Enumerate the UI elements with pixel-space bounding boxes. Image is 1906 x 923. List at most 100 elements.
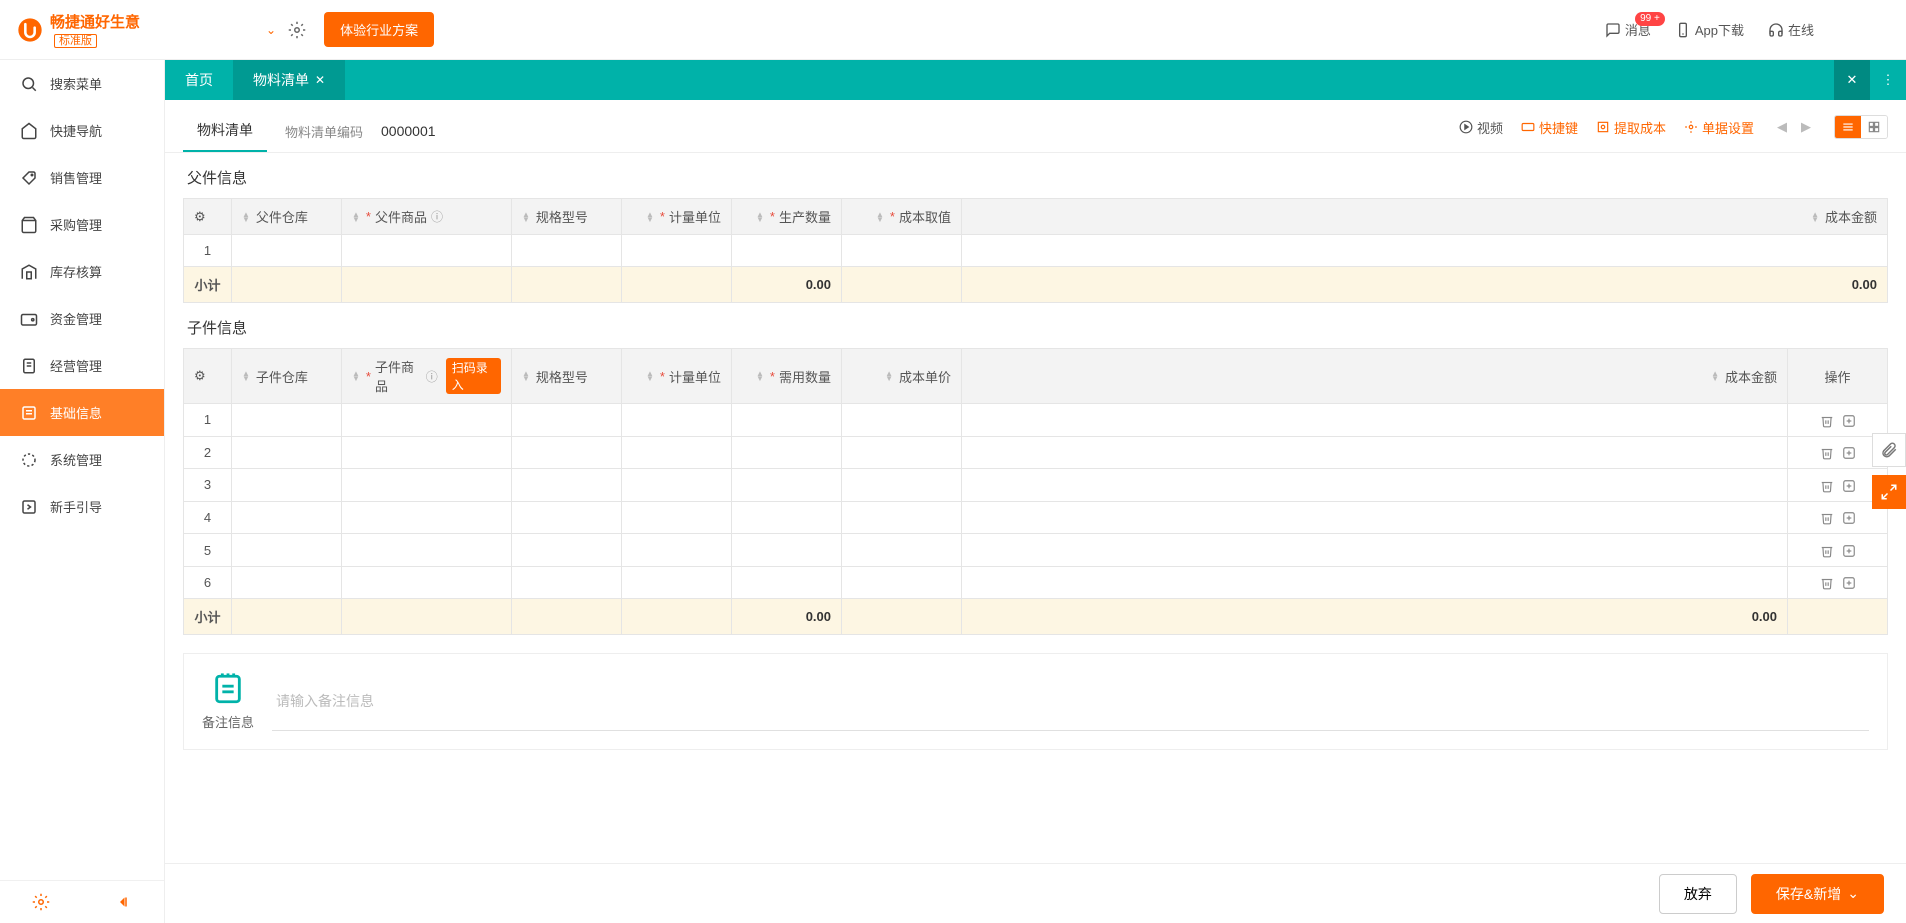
company-selector[interactable]: ⌄	[206, 20, 276, 39]
sidebar-item-label: 资金管理	[50, 309, 102, 328]
add-row-icon[interactable]	[1842, 510, 1856, 525]
fullscreen-button[interactable]	[1872, 475, 1906, 509]
table-row[interactable]: 1	[184, 404, 1888, 437]
col-child-unitcost[interactable]: ▲▼成本单价	[842, 349, 962, 404]
chevron-down-icon: ⌄	[266, 23, 276, 37]
table-row[interactable]: 2	[184, 436, 1888, 469]
sidebar-item-guide[interactable]: 新手引导	[0, 483, 164, 530]
table-row[interactable]: 4	[184, 501, 1888, 534]
delete-row-icon[interactable]	[1820, 412, 1834, 427]
delete-row-icon[interactable]	[1820, 542, 1834, 557]
footer-bar: 放弃 保存&新增⌄	[165, 863, 1906, 923]
view-grid-button[interactable]	[1861, 116, 1887, 138]
video-link[interactable]: 视频	[1459, 118, 1503, 137]
col-child-warehouse[interactable]: ▲▼子件仓库	[232, 349, 342, 404]
settings-bottom-icon[interactable]	[32, 893, 50, 911]
notes-icon	[211, 672, 245, 706]
logo: 畅捷通好生意 标准版	[16, 11, 166, 48]
bag-icon	[20, 216, 38, 234]
sidebar-item-business[interactable]: 经营管理	[0, 342, 164, 389]
col-parent-product[interactable]: ▲▼*父件商品ⓘ	[342, 199, 512, 235]
sidebar-item-basicinfo[interactable]: 基础信息	[0, 389, 164, 436]
col-parent-qty[interactable]: ▲▼*生产数量	[732, 199, 842, 235]
headset-icon	[1768, 22, 1784, 38]
message-icon	[1605, 22, 1621, 38]
sidebar-item-purchase[interactable]: 采购管理	[0, 201, 164, 248]
gear-icon	[20, 451, 38, 469]
view-list-button[interactable]	[1835, 116, 1861, 138]
help-icon[interactable]: ⓘ	[426, 368, 438, 385]
home-icon	[20, 122, 38, 140]
clipboard-icon	[20, 357, 38, 375]
sidebar-item-quicknav[interactable]: 快捷导航	[0, 107, 164, 154]
attachment-button[interactable]	[1872, 433, 1906, 467]
close-icon[interactable]: ✕	[315, 73, 325, 87]
child-table: ⚙ ▲▼子件仓库 ▲▼*子件商品ⓘ扫码录入 ▲▼规格型号 ▲▼*计量单位 ▲▼*…	[183, 348, 1888, 635]
table-row[interactable]: 6	[184, 566, 1888, 599]
delete-row-icon[interactable]	[1820, 477, 1834, 492]
delete-row-icon[interactable]	[1820, 445, 1834, 460]
sidebar-item-system[interactable]: 系统管理	[0, 436, 164, 483]
sidebar-item-label: 经营管理	[50, 356, 102, 375]
chevron-down-icon: ⌄	[1847, 885, 1859, 902]
online-support-link[interactable]: 在线	[1768, 20, 1814, 39]
help-icon[interactable]: ⓘ	[431, 208, 443, 225]
extract-cost-link[interactable]: 提取成本	[1596, 118, 1666, 137]
sidebar-item-inventory[interactable]: 库存核算	[0, 248, 164, 295]
experience-button[interactable]: 体验行业方案	[324, 12, 434, 47]
discard-button[interactable]: 放弃	[1659, 874, 1737, 914]
tab-close-all-button[interactable]: ✕	[1834, 60, 1870, 100]
sidebar-item-funds[interactable]: 资金管理	[0, 295, 164, 342]
shortcut-link[interactable]: 快捷键	[1521, 118, 1578, 137]
table-config-button[interactable]: ⚙	[184, 349, 232, 404]
settings-icon[interactable]	[288, 21, 306, 39]
sidebar-item-label: 新手引导	[50, 497, 102, 516]
scan-input-button[interactable]: 扫码录入	[446, 358, 501, 394]
add-row-icon[interactable]	[1842, 542, 1856, 557]
remarks-section: 备注信息	[183, 653, 1888, 750]
col-parent-costbasis[interactable]: ▲▼*成本取值	[842, 199, 962, 235]
col-parent-unit[interactable]: ▲▼*计量单位	[622, 199, 732, 235]
app-download-link[interactable]: App下载	[1675, 20, 1744, 39]
table-row[interactable]: 1	[184, 235, 1888, 267]
table-row[interactable]: 3	[184, 469, 1888, 502]
table-config-button[interactable]: ⚙	[184, 199, 232, 235]
col-child-amount[interactable]: ▲▼成本金额	[962, 349, 1788, 404]
delete-row-icon[interactable]	[1820, 575, 1834, 590]
save-and-new-button[interactable]: 保存&新增⌄	[1751, 874, 1884, 914]
tab-more-button[interactable]: ⋮	[1870, 60, 1906, 100]
col-child-product[interactable]: ▲▼*子件商品ⓘ扫码录入	[342, 349, 512, 404]
collapse-sidebar-icon[interactable]	[114, 893, 132, 911]
sidebar-item-sales[interactable]: 销售管理	[0, 154, 164, 201]
col-child-needqty[interactable]: ▲▼*需用数量	[732, 349, 842, 404]
next-doc-button[interactable]: ▶	[1796, 117, 1816, 137]
gear-icon	[1684, 120, 1698, 134]
doc-settings-link[interactable]: 单据设置	[1684, 118, 1754, 137]
col-child-unit[interactable]: ▲▼*计量单位	[622, 349, 732, 404]
tab-home[interactable]: 首页	[165, 60, 233, 100]
table-row[interactable]: 5	[184, 534, 1888, 567]
tab-bom[interactable]: 物料清单 ✕	[233, 60, 345, 100]
data-icon	[20, 404, 38, 422]
play-icon	[1459, 120, 1473, 134]
col-child-spec[interactable]: ▲▼规格型号	[512, 349, 622, 404]
add-row-icon[interactable]	[1842, 412, 1856, 427]
page-header: 物料清单 物料清单编码 0000001 视频 快捷键 提取成本 单据设置 ◀ ▶	[165, 100, 1906, 153]
page-tab-bom[interactable]: 物料清单	[183, 110, 267, 152]
col-parent-spec[interactable]: ▲▼规格型号	[512, 199, 622, 235]
messages-badge: 99 +	[1635, 12, 1665, 26]
remarks-input[interactable]	[272, 672, 1869, 731]
delete-row-icon[interactable]	[1820, 510, 1834, 525]
col-parent-warehouse[interactable]: ▲▼父件仓库	[232, 199, 342, 235]
add-row-icon[interactable]	[1842, 477, 1856, 492]
prev-doc-button[interactable]: ◀	[1772, 117, 1792, 137]
sidebar-item-label: 销售管理	[50, 168, 102, 187]
user-avatar[interactable]	[1838, 20, 1890, 39]
sidebar-item-search[interactable]: 搜索菜单	[0, 60, 164, 107]
tab-label: 物料清单	[253, 70, 309, 90]
add-row-icon[interactable]	[1842, 575, 1856, 590]
add-row-icon[interactable]	[1842, 445, 1856, 460]
messages-link[interactable]: 消息 99 +	[1605, 20, 1651, 39]
subtotal-row: 小计 0.00 0.00	[184, 599, 1888, 635]
col-parent-amount[interactable]: ▲▼成本金额	[962, 199, 1888, 235]
